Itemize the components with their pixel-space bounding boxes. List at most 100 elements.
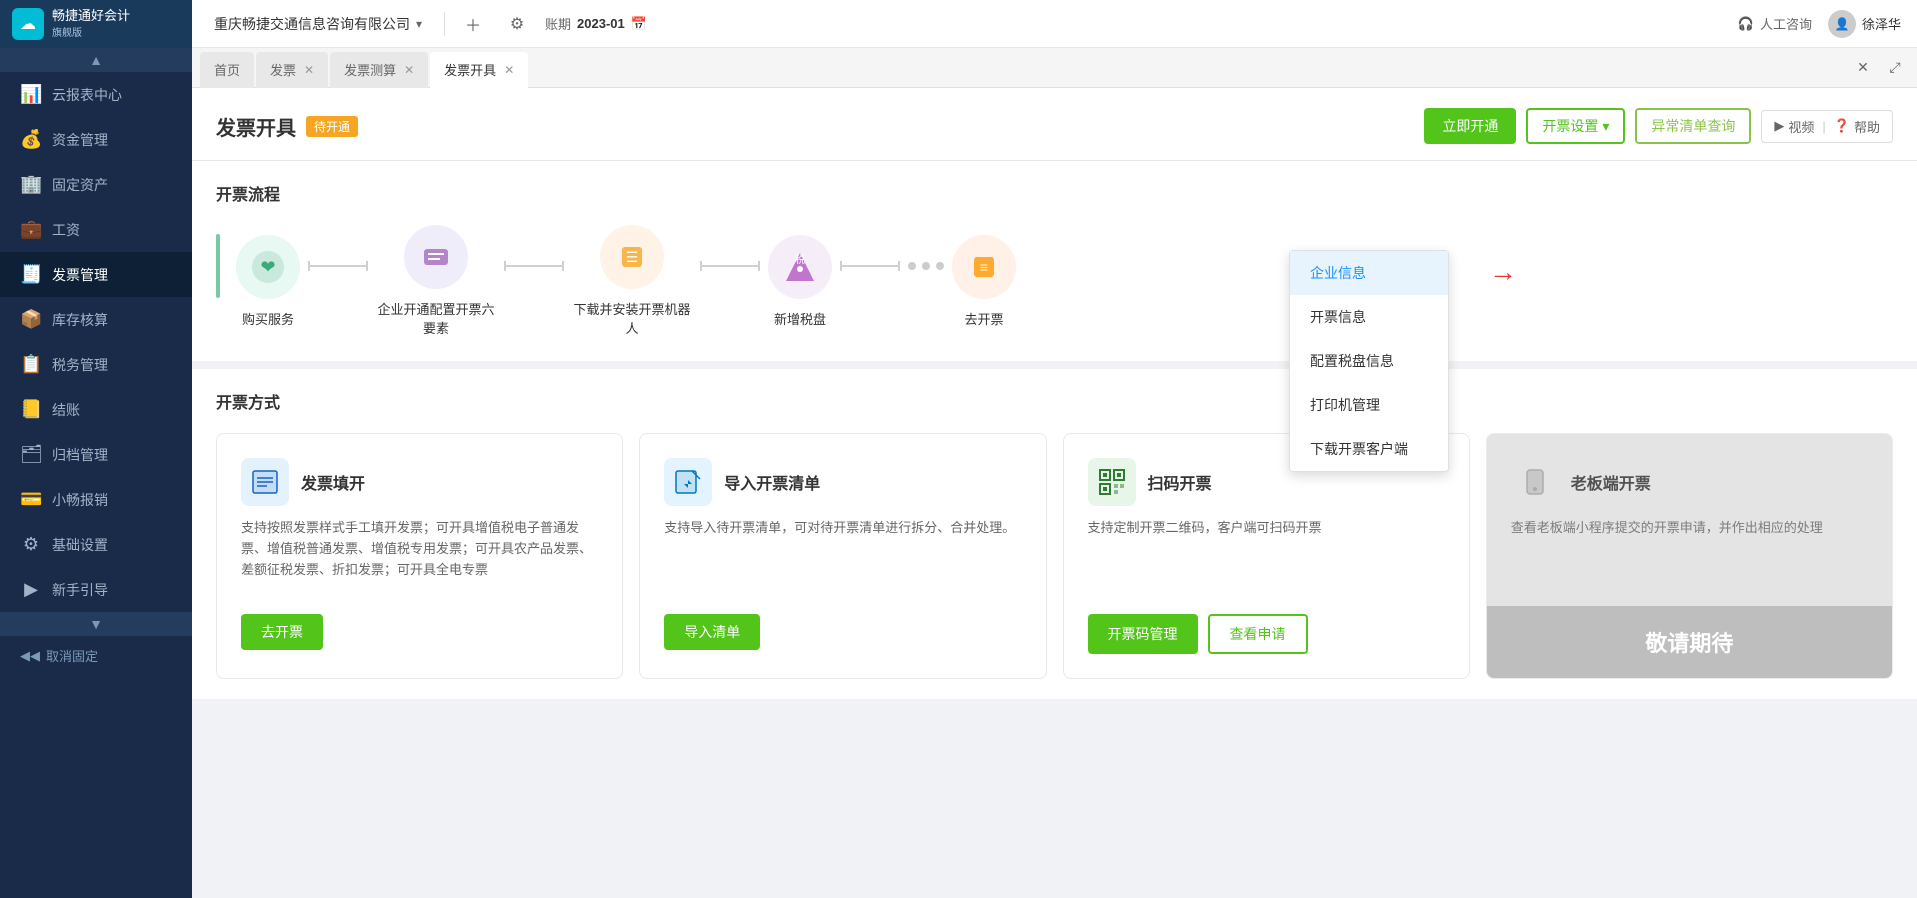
tab-estimate-label: 发票测算 <box>344 60 396 79</box>
sidebar-item-archive[interactable]: 🗂 归档管理 <box>0 432 192 477</box>
flow-connector-4 <box>840 265 900 267</box>
guide-icon: ▶ <box>20 579 42 600</box>
tab-issue[interactable]: 发票开具 ✕ <box>430 52 528 88</box>
dropdown-item-printer[interactable]: 打印机管理 <box>1290 383 1448 427</box>
logo-subtitle: 旗舰版 <box>52 24 130 39</box>
sidebar-item-inventory[interactable]: 📦 库存核算 <box>0 297 192 342</box>
sidebar-item-fund[interactable]: 💰 资金管理 <box>0 117 192 162</box>
salary-icon: 💼 <box>20 219 42 240</box>
tab-invoice[interactable]: 发票 ✕ <box>256 52 328 88</box>
settings-chevron-icon: ▾ <box>1602 118 1609 135</box>
step-3-icon: ☰ <box>600 225 664 289</box>
chevron-up-icon: ▲ <box>89 52 103 68</box>
tab-bar: 首页 发票 ✕ 发票测算 ✕ 发票开具 ✕ ✕ ⤢ <box>192 48 1917 88</box>
scan-view-button[interactable]: 查看申请 <box>1208 614 1308 654</box>
chevron-down-sidebar-icon: ▼ <box>89 616 103 632</box>
method-scan-title: 扫码开票 <box>1148 470 1212 494</box>
fill-goto-button[interactable]: 去开票 <box>241 614 323 650</box>
chevron-down-icon: ▾ <box>416 17 422 31</box>
tab-close-button[interactable]: ✕ <box>1849 54 1877 82</box>
dropdown-item-tax-disk[interactable]: 配置税盘信息 <box>1290 339 1448 383</box>
user-info-button[interactable]: 👤 徐泽华 <box>1828 10 1901 38</box>
step-5-label: 去开票 <box>964 309 1003 328</box>
tab-home[interactable]: 首页 <box>200 52 254 88</box>
flow-step-3[interactable]: ☰ 下载并安装开票机器人 <box>572 225 692 337</box>
scan-buttons: 开票码管理 查看申请 <box>1088 614 1445 654</box>
flow-bar <box>216 234 220 298</box>
period-label-text: 账期 <box>545 14 571 33</box>
sidebar-item-expense[interactable]: 💳 小畅报销 <box>0 477 192 522</box>
user-name: 徐泽华 <box>1862 14 1901 33</box>
scan-manage-button[interactable]: 开票码管理 <box>1088 614 1198 654</box>
step-1-label: 购买服务 <box>242 309 294 328</box>
sidebar-item-salary[interactable]: 💼 工资 <box>0 207 192 252</box>
app-wrapper: ☁ 畅捷通好会计 旗舰版 重庆畅捷交通信息咨询有限公司 ▾ ＋ ⚙ 账期 202… <box>0 0 1917 898</box>
flow-step-5[interactable]: ≡ 去开票 <box>952 235 1016 328</box>
sidebar-label-report: 云报表中心 <box>52 85 122 105</box>
archive-icon: 🗂 <box>20 444 42 465</box>
tab-estimate[interactable]: 发票测算 ✕ <box>330 52 428 88</box>
svg-text:❤: ❤ <box>260 257 275 277</box>
dropdown-item-invoice-info[interactable]: 开票信息 <box>1290 295 1448 339</box>
tab-estimate-close[interactable]: ✕ <box>404 63 414 77</box>
sidebar-label-expense: 小畅报销 <box>52 490 108 510</box>
sidebar-item-asset[interactable]: 🏢 固定资产 <box>0 162 192 207</box>
sidebar-label-archive: 归档管理 <box>52 445 108 465</box>
tax-icon: 📋 <box>20 354 42 375</box>
content-scroll[interactable]: 发票开具 待开通 立即开通 开票设置 ▾ 异常清单查询 ▶ 视频 <box>192 88 1917 898</box>
help-label: 帮助 <box>1854 117 1880 136</box>
method-boss-header: 老板端开票 <box>1511 458 1868 506</box>
sidebar-label-salary: 工资 <box>52 220 80 240</box>
sidebar-item-account[interactable]: 📒 结账 <box>0 387 192 432</box>
dropdown-item-download-client[interactable]: 下载开票客户端 <box>1290 427 1448 471</box>
account-icon: 📒 <box>20 399 42 420</box>
flow-step-1[interactable]: ❤ 购买服务 <box>236 235 300 328</box>
sidebar-item-guide[interactable]: ▶ 新手引导 <box>0 567 192 612</box>
sidebar-label-inventory: 库存核算 <box>52 310 108 330</box>
add-company-button[interactable]: ＋ <box>457 8 489 40</box>
report-icon: 📊 <box>20 84 42 105</box>
page-title-area: 发票开具 待开通 <box>216 112 358 141</box>
tab-invoice-close[interactable]: ✕ <box>304 63 314 77</box>
page-actions: 立即开通 开票设置 ▾ 异常清单查询 ▶ 视频 | ❓ 帮助 <box>1424 108 1893 144</box>
sidebar-label-account: 结账 <box>52 400 80 420</box>
cancel-pin-label: 取消固定 <box>46 646 98 665</box>
cancel-pin-button[interactable]: ◀◀ 取消固定 <box>0 636 192 675</box>
sidebar-label-invoice: 发票管理 <box>52 265 108 285</box>
expense-icon: 💳 <box>20 489 42 510</box>
tab-issue-close[interactable]: ✕ <box>504 63 514 77</box>
step-3-label: 下载并安装开票机器人 <box>572 299 692 337</box>
settings-icon[interactable]: ⚙ <box>501 8 533 40</box>
fill-icon <box>241 458 289 506</box>
period-value: 2023-01 <box>577 16 625 31</box>
sidebar-item-tax[interactable]: 📋 税务管理 <box>0 342 192 387</box>
main-area: ▲ 📊 云报表中心 💰 资金管理 🏢 固定资产 💼 工资 🧾 发票管理 <box>0 48 1917 898</box>
dropdown-item-company[interactable]: 企业信息 <box>1290 251 1448 295</box>
exception-button[interactable]: 异常清单查询 <box>1635 108 1751 144</box>
calendar-icon[interactable]: 📅 <box>631 16 647 32</box>
method-card-fill: 发票填开 支持按照发票样式手工填开发票；可开具增值税电子普通发票、增值税普通发票… <box>216 433 623 679</box>
import-button[interactable]: 导入清单 <box>664 614 760 650</box>
top-bar: ☁ 畅捷通好会计 旗舰版 重庆畅捷交通信息咨询有限公司 ▾ ＋ ⚙ 账期 202… <box>0 0 1917 48</box>
company-selector[interactable]: 重庆畅捷交通信息咨询有限公司 ▾ <box>204 10 432 38</box>
sidebar-item-report[interactable]: 📊 云报表中心 <box>0 72 192 117</box>
flow-connector-2 <box>504 265 564 267</box>
asset-icon: 🏢 <box>20 174 42 195</box>
separator-1: | <box>1822 119 1825 134</box>
method-scan-desc: 支持定制开票二维码，客户端可扫码开票 <box>1088 518 1445 598</box>
avatar: 👤 <box>1828 10 1856 38</box>
flow-step-4[interactable]: 税 新增税盘 <box>768 235 832 328</box>
flow-step-2[interactable]: 企业开通配置开票六要素 <box>376 225 496 337</box>
video-button[interactable]: ▶ 视频 | ❓ 帮助 <box>1761 110 1893 143</box>
activate-button[interactable]: 立即开通 <box>1424 108 1516 144</box>
customer-service-button[interactable]: 🎧 人工咨询 <box>1738 14 1812 33</box>
tab-expand-button[interactable]: ⤢ <box>1881 54 1909 82</box>
settings-button[interactable]: 开票设置 ▾ <box>1526 108 1625 144</box>
boss-overlay-text: 敬请期待 <box>1645 626 1733 658</box>
sidebar-scroll-down[interactable]: ▼ <box>0 612 192 636</box>
sidebar-item-invoice[interactable]: 🧾 发票管理 <box>0 252 192 297</box>
sidebar-scroll-up[interactable]: ▲ <box>0 48 192 72</box>
step-4-icon: 税 <box>768 235 832 299</box>
flow-title: 开票流程 <box>216 181 1893 205</box>
sidebar-item-settings[interactable]: ⚙ 基础设置 <box>0 522 192 567</box>
